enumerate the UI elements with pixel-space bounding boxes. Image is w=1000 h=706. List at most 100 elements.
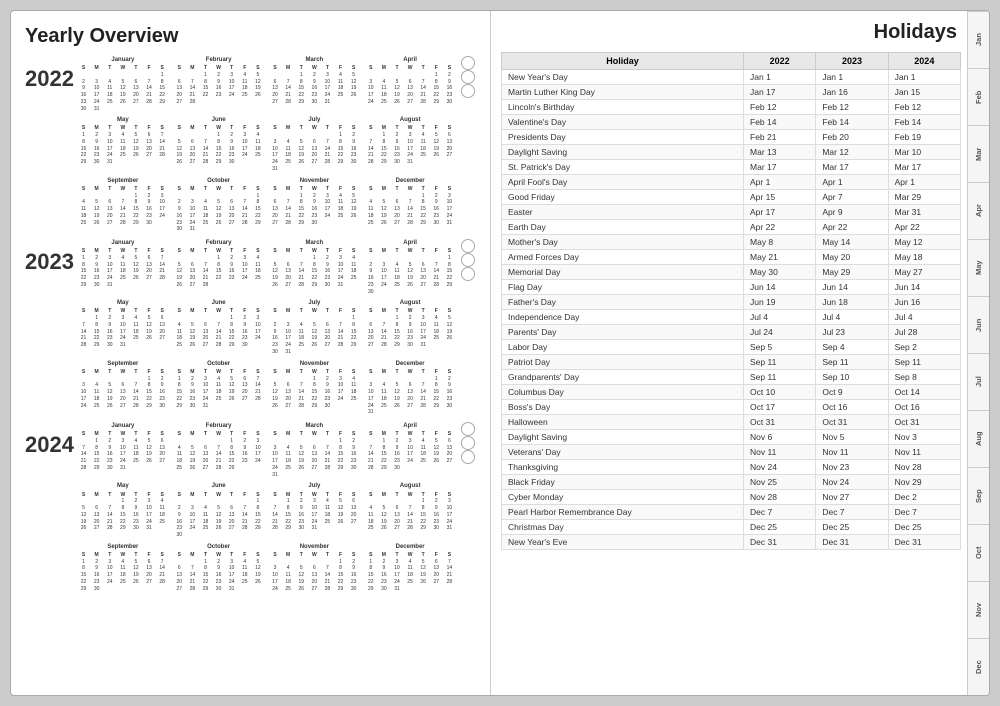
year-section-2024: 2024 January SMTWTFS 123456 78910111213 … (25, 422, 480, 592)
table-row: Christmas DayDec 25Dec 25Dec 25 (502, 520, 961, 535)
cal-dec-2023: December SMTWTFS 12 3456789 101112131415… (364, 360, 456, 416)
table-row: HalloweenOct 31Oct 31Oct 31 (502, 415, 961, 430)
table-row: Earth DayApr 22Apr 22Apr 22 (502, 220, 961, 235)
left-title: Yearly Overview (25, 25, 480, 48)
cal-jan-2022: January SMTWTFS 1 2345678 9101112131415 … (77, 56, 169, 112)
circle-q3-2023 (461, 267, 475, 281)
circle-q2-2023 (461, 253, 475, 267)
table-row: Parents' DayJul 24Jul 23Jul 28 (502, 325, 961, 340)
table-row: Pearl Harbor Remembrance DayDec 7Dec 7De… (502, 505, 961, 520)
table-row: Daylight SavingMar 13Mar 12Mar 10 (502, 145, 961, 160)
cal-nov-2024: November SMTWTFS 12 3456789 101112131415… (269, 543, 361, 593)
cal-dec-2022: December SMTWTFS 123 45678910 1112131415… (364, 177, 456, 233)
table-row: Boss's DayOct 17Oct 16Oct 16 (502, 400, 961, 415)
month-tabs[interactable]: Jan Feb Mar Apr May Jun Jul Aug Sep Oct … (967, 11, 989, 695)
tab-jun[interactable]: Jun (968, 296, 989, 353)
circles-2022 (456, 56, 480, 98)
circles-2023 (456, 239, 480, 281)
main-page: Yearly Overview 2022 January SMTWTFS 1 2… (10, 10, 990, 696)
tab-apr[interactable]: Apr (968, 182, 989, 239)
cal-apr-2022: April SMTWTFS 12 3456789 10111213141516 … (364, 56, 456, 112)
cal-may-2022: May SMTWTFS 1234567 891011121314 1516171… (77, 116, 169, 172)
cal-oct-2022: October SMTWTFS 1 2345678 9101112131415 … (173, 177, 265, 233)
table-row: Good FridayApr 15Apr 7Mar 29 (502, 190, 961, 205)
cal-jun-2024: June SMTWTFS 1 2345678 9101112131415 161… (173, 482, 265, 538)
cal-nov-2022: November SMTWTFS 12345 6789101112 131415… (269, 177, 361, 233)
circle-q1-2023 (461, 239, 475, 253)
cal-jan-2024: January SMTWTFS 123456 78910111213 14151… (77, 422, 169, 478)
table-row: New Year's DayJan 1Jan 1Jan 1 (502, 70, 961, 85)
cal-aug-2023: August SMTWTFS 12345 6789101112 13141516… (364, 299, 456, 355)
tab-may[interactable]: May (968, 239, 989, 296)
holidays-main: Holidays Holiday 2022 2023 2024 New Year… (491, 11, 967, 695)
circle-q3-2024 (461, 450, 475, 464)
table-row: Memorial DayMay 30May 29May 27 (502, 265, 961, 280)
tab-aug[interactable]: Aug (968, 410, 989, 467)
holidays-table-header: Holiday 2022 2023 2024 (502, 53, 961, 70)
table-row: Cyber MondayNov 28Nov 27Dec 2 (502, 490, 961, 505)
table-row: EasterApr 17Apr 9Mar 31 (502, 205, 961, 220)
table-row: Daylight SavingNov 6Nov 5Nov 3 (502, 430, 961, 445)
year-section-2022: 2022 January SMTWTFS 1 2345678 910111213… (25, 56, 480, 233)
cal-aug-2024: August SMTWTFS 123 45678910 111213141516… (364, 482, 456, 538)
cal-may-2023: May SMTWTFS 123456 78910111213 141516171… (77, 299, 169, 355)
tab-sep[interactable]: Sep (968, 467, 989, 524)
circle-q1-2024 (461, 422, 475, 436)
cal-oct-2024: October SMTWTFS 12345 6789101112 1314151… (173, 543, 265, 593)
table-row: Black FridayNov 25Nov 24Nov 29 (502, 475, 961, 490)
cal-jul-2024: July SMTWTFS 123456 78910111213 14151617… (269, 482, 361, 538)
holidays-title: Holidays (501, 21, 961, 44)
cal-mar-2022: March SMTWTFS 12345 6789101112 131415161… (269, 56, 361, 112)
calendars-2022: January SMTWTFS 1 2345678 9101112131415 … (77, 56, 456, 233)
col-header-2023: 2023 (816, 53, 888, 70)
cal-mar-2023: March SMTWTFS 1234 567891011 12131415161… (269, 239, 361, 295)
holidays-table: Holiday 2022 2023 2024 New Year's DayJan… (501, 52, 961, 550)
col-header-holiday: Holiday (502, 53, 744, 70)
cal-jun-2022: June SMTWTFS 1234 567891011 121314151617… (173, 116, 265, 172)
cal-dec-2024: December SMTWTFS 1234567 891011121314 15… (364, 543, 456, 593)
cal-feb-2024: February SMTWTFS 123 45678910 1112131415… (173, 422, 265, 478)
col-header-2024: 2024 (888, 53, 960, 70)
tab-feb[interactable]: Feb (968, 68, 989, 125)
tab-dec[interactable]: Dec (968, 638, 989, 695)
calendars-2024: January SMTWTFS 123456 78910111213 14151… (77, 422, 456, 592)
year-label-2022: 2022 (25, 56, 77, 92)
cal-sep-2023: September SMTWTFS 12 3456789 10111213141… (77, 360, 169, 416)
left-panel: Yearly Overview 2022 January SMTWTFS 1 2… (11, 11, 491, 695)
table-row: Columbus DayOct 10Oct 9Oct 14 (502, 385, 961, 400)
cal-apr-2023: April SMTWTFS 1 2345678 9101112131415 16… (364, 239, 456, 295)
calendars-2023: January SMTWTFS 1234567 891011121314 151… (77, 239, 456, 416)
circle-q2-2022 (461, 70, 475, 84)
circle-q2-2024 (461, 436, 475, 450)
cal-jan-2023: January SMTWTFS 1234567 891011121314 151… (77, 239, 169, 295)
tab-mar[interactable]: Mar (968, 125, 989, 182)
cal-aug-2022: August SMTWTFS 123456 78910111213 141516… (364, 116, 456, 172)
cal-feb-2023: February SMTWTFS 1234 567891011 12131415… (173, 239, 265, 295)
table-row: Flag DayJun 14Jun 14Jun 14 (502, 280, 961, 295)
table-row: Lincoln's BirthdayFeb 12Feb 12Feb 12 (502, 100, 961, 115)
circles-2024 (456, 422, 480, 464)
cal-jul-2023: July SMTWTFS 1 2345678 9101112131415 161… (269, 299, 361, 355)
cal-sep-2024: September SMTWTFS 1234567 891011121314 1… (77, 543, 169, 593)
table-row: New Year's EveDec 31Dec 31Dec 31 (502, 535, 961, 550)
col-header-2022: 2022 (744, 53, 816, 70)
tab-oct[interactable]: Oct (968, 524, 989, 581)
table-row: Independence DayJul 4Jul 4Jul 4 (502, 310, 961, 325)
holidays-tbody: New Year's DayJan 1Jan 1Jan 1Martin Luth… (502, 70, 961, 550)
tab-jan[interactable]: Jan (968, 11, 989, 68)
year-label-2024: 2024 (25, 422, 77, 458)
tab-nov[interactable]: Nov (968, 581, 989, 638)
circle-q1-2022 (461, 56, 475, 70)
tab-jul[interactable]: Jul (968, 353, 989, 410)
cal-apr-2024: April SMTWTFS 123456 78910111213 1415161… (364, 422, 456, 478)
table-row: Armed Forces DayMay 21May 20May 18 (502, 250, 961, 265)
circle-q3-2022 (461, 84, 475, 98)
cal-jul-2022: July SMTWTFS 12 3456789 10111213141516 1… (269, 116, 361, 172)
cal-sep-2022: September SMTWTFS 123 45678910 111213141… (77, 177, 169, 233)
table-row: Martin Luther King DayJan 17Jan 16Jan 15 (502, 85, 961, 100)
cal-may-2024: May SMTWTFS 1234 567891011 1213141516171… (77, 482, 169, 538)
cal-jun-2023: June SMTWTFS 123 45678910 11121314151617… (173, 299, 265, 355)
table-row: ThanksgivingNov 24Nov 23Nov 28 (502, 460, 961, 475)
cal-mar-2024: March SMTWTFS 12 3456789 10111213141516 … (269, 422, 361, 478)
table-row: St. Patrick's DayMar 17Mar 17Mar 17 (502, 160, 961, 175)
